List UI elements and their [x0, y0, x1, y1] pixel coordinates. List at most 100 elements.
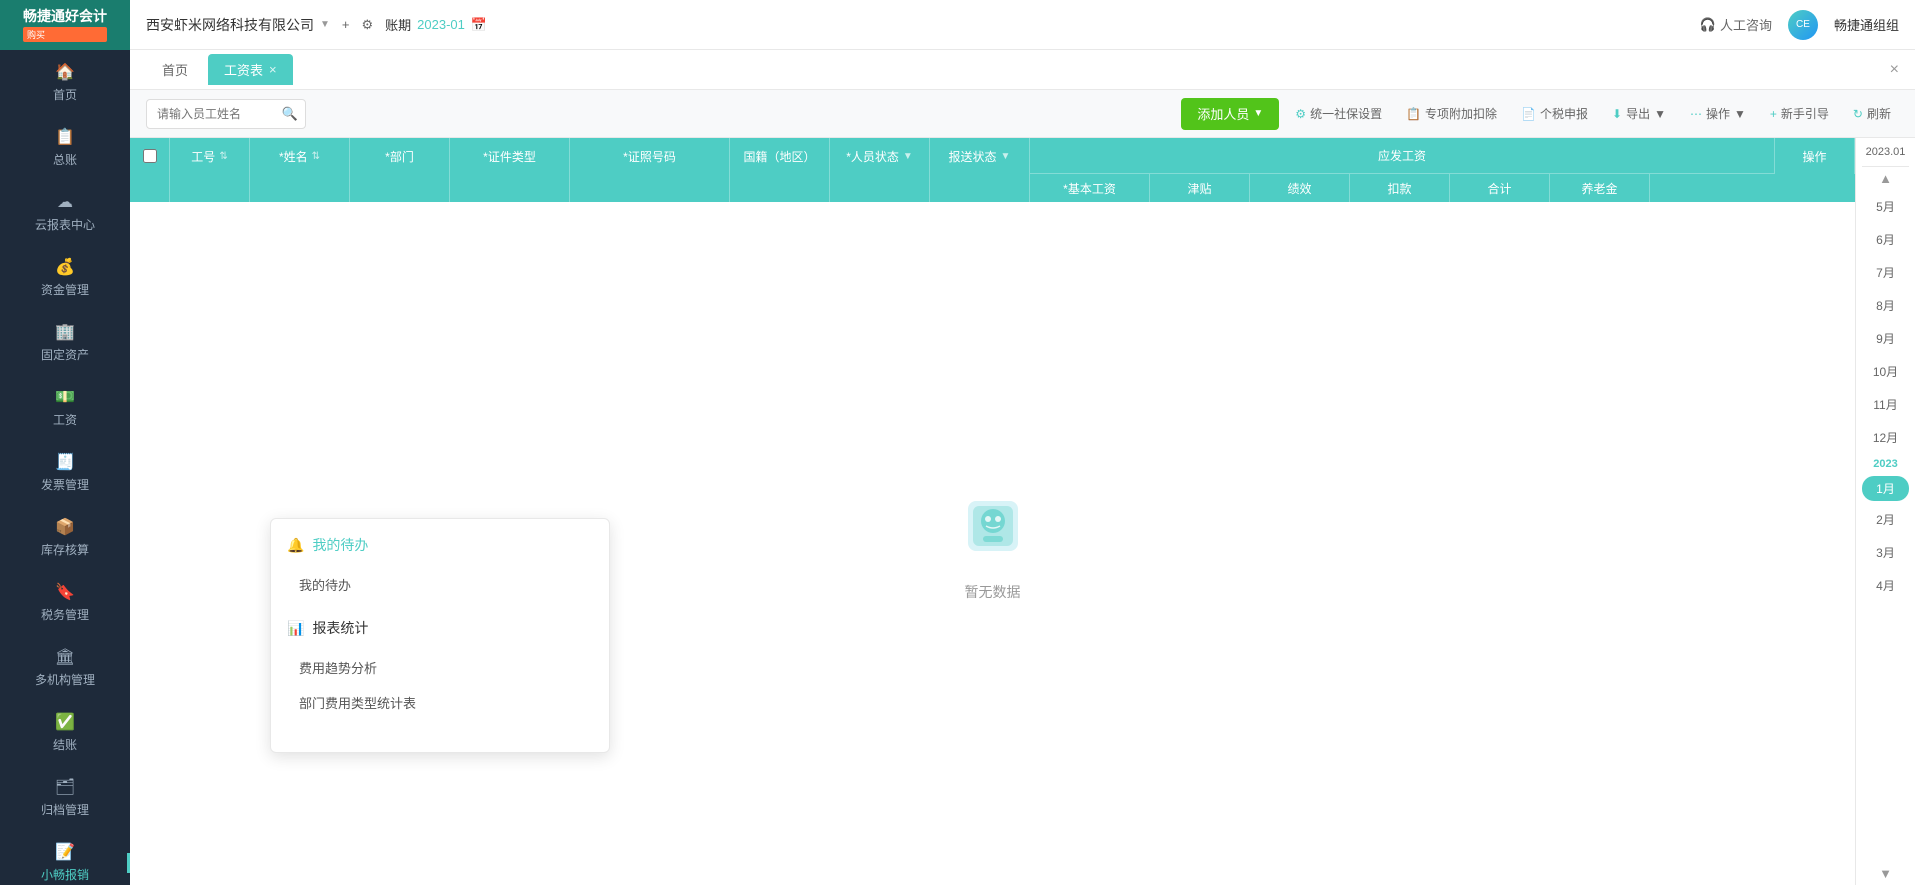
- timeline-month-7[interactable]: 12月: [1856, 421, 1915, 454]
- th-allowance: 津贴: [1150, 174, 1250, 202]
- timeline-month-3[interactable]: 8月: [1856, 289, 1915, 322]
- tab-salary[interactable]: 工资表 ×: [208, 54, 293, 85]
- app-logo: 畅捷通好会计 购买: [0, 0, 130, 50]
- nav-icon-3: 💰: [55, 257, 75, 277]
- sidebar-item-资金管理[interactable]: 💰资金管理: [0, 245, 130, 310]
- refresh-icon: ↻: [1853, 107, 1863, 121]
- new-guide-label: 新手引导: [1781, 105, 1829, 122]
- th-cert-num: *证照号码: [570, 138, 730, 174]
- th-total: 合计: [1450, 174, 1550, 202]
- timeline-up-btn[interactable]: ▲: [1875, 167, 1896, 190]
- timeline-month-11[interactable]: 3月: [1856, 536, 1915, 569]
- timeline-month-6[interactable]: 11月: [1856, 388, 1915, 421]
- th-deduct: 扣款: [1350, 174, 1450, 202]
- period-value: 2023-01: [417, 17, 465, 32]
- timeline-month-9[interactable]: 1月: [1862, 476, 1909, 501]
- support-label: 人工咨询: [1720, 15, 1772, 34]
- reports-icon: 📊: [287, 620, 304, 637]
- add-people-button[interactable]: 添加人员 ▼: [1181, 98, 1279, 130]
- sidebar-item-库存核算[interactable]: 📦库存核算: [0, 505, 130, 570]
- tab-home[interactable]: 首页: [146, 54, 204, 85]
- nav-icon-1: 📋: [55, 127, 75, 147]
- operations-btn[interactable]: ⋯ 操作 ▼: [1682, 105, 1754, 122]
- export-btn[interactable]: ⬇ 导出 ▼: [1604, 105, 1674, 122]
- sidebar-item-总账[interactable]: 📋总账: [0, 115, 130, 180]
- sidebar-item-多机构管理[interactable]: 🏛多机构管理: [0, 635, 130, 700]
- tax-report-btn[interactable]: 📄 个税申报: [1513, 105, 1596, 122]
- header-add-btn[interactable]: +: [342, 17, 350, 32]
- calendar-icon[interactable]: 📅: [471, 17, 487, 33]
- sidebar-item-结账[interactable]: ✅ 结账: [0, 700, 130, 765]
- sidebar-item-发票管理[interactable]: 🧾发票管理: [0, 440, 130, 505]
- th-bonus: 绩效: [1250, 174, 1350, 202]
- nav-icon-2: ☁: [57, 192, 73, 212]
- nav-label-10: 结账: [53, 736, 77, 753]
- timeline-year: 2023: [1856, 454, 1915, 474]
- th-send-status: 报送状态▼: [930, 138, 1030, 174]
- name-sort-icon[interactable]: ⇅: [312, 151, 320, 162]
- header-settings-btn[interactable]: ⚙: [362, 17, 374, 33]
- timeline-down-btn[interactable]: ▼: [1875, 862, 1896, 885]
- nav-icon-11: 🗂: [55, 777, 75, 797]
- th-salary-group: 应发工资: [1030, 138, 1774, 174]
- sort-icon[interactable]: ⇅: [219, 151, 227, 162]
- sidebar-item-归档管理[interactable]: 🗂 归档管理: [0, 765, 130, 830]
- timeline-scroll[interactable]: 5月6月7月8月9月10月11月12月20231月2月3月4月: [1856, 190, 1915, 862]
- search-icon: 🔍: [282, 106, 298, 122]
- nav-icon-10: ✅: [55, 712, 75, 732]
- sidebar-item-工资[interactable]: 💵工资: [0, 375, 130, 440]
- th-nation: 国籍（地区）: [730, 138, 830, 174]
- window-close-button[interactable]: ×: [1890, 61, 1899, 79]
- tax-icon: 📄: [1521, 107, 1536, 121]
- timeline-month-12[interactable]: 4月: [1856, 569, 1915, 602]
- nav-label-11: 归档管理: [41, 801, 89, 818]
- period-info: 账期 2023-01 📅: [385, 15, 487, 34]
- sidebar-item-云报表中心[interactable]: ☁云报表中心: [0, 180, 130, 245]
- company-selector[interactable]: 西安虾米网络科技有限公司 ▼: [146, 15, 330, 35]
- refresh-btn[interactable]: ↻ 刷新: [1845, 105, 1899, 122]
- th-base-salary: *基本工资: [1030, 174, 1150, 202]
- timeline-month-1[interactable]: 6月: [1856, 223, 1915, 256]
- th-ops-header: 操作: [1775, 138, 1855, 174]
- status-filter-icon[interactable]: ▼: [903, 151, 913, 162]
- header-right: 🎧 人工咨询 CE 畅捷通组组: [1700, 10, 1899, 40]
- send-filter-icon[interactable]: ▼: [1001, 151, 1011, 162]
- nav-label-0: 首页: [53, 86, 77, 103]
- timeline-month-0[interactable]: 5月: [1856, 190, 1915, 223]
- popup-item-dept-cost[interactable]: 部门费用类型统计表: [287, 685, 593, 720]
- export-dropdown-icon: ▼: [1654, 107, 1666, 121]
- nav-icon-4: 🏢: [55, 322, 75, 342]
- sidebar-item-固定资产[interactable]: 🏢 固定资产: [0, 310, 130, 375]
- search-wrap: 🔍: [146, 99, 306, 129]
- popup-section-reports-title: 📊 报表统计: [287, 618, 593, 638]
- popup-item-my-todo[interactable]: 我的待办: [287, 567, 593, 602]
- timeline-month-10[interactable]: 2月: [1856, 503, 1915, 536]
- support-button[interactable]: 🎧 人工咨询: [1700, 15, 1772, 34]
- operations-label: 操作: [1706, 105, 1730, 122]
- new-guide-btn[interactable]: + 新手引导: [1762, 105, 1837, 122]
- nav-label-7: 库存核算: [41, 541, 89, 558]
- nav-label-9: 多机构管理: [35, 671, 95, 688]
- empty-icon: [953, 486, 1033, 566]
- th-checkbox[interactable]: [130, 138, 170, 174]
- sidebar-item-小畅报销[interactable]: 📝小畅报销: [0, 830, 130, 885]
- nav-label-6: 发票管理: [41, 476, 89, 493]
- social-security-btn[interactable]: ⚙ 统一社保设置: [1287, 105, 1390, 122]
- tab-close-icon[interactable]: ×: [269, 62, 277, 77]
- nav-label-4: 固定资产: [41, 346, 89, 363]
- nav-label-8: 税务管理: [41, 606, 89, 623]
- special-deduct-btn[interactable]: 📋 专项附加扣除: [1398, 105, 1505, 122]
- timeline-month-5[interactable]: 10月: [1856, 355, 1915, 388]
- sidebar-item-首页[interactable]: 🏠首页: [0, 50, 130, 115]
- period-label: 账期: [385, 15, 411, 34]
- timeline-month-4[interactable]: 9月: [1856, 322, 1915, 355]
- export-icon: ⬇: [1612, 107, 1622, 121]
- sidebar-item-税务管理[interactable]: 🔖税务管理: [0, 570, 130, 635]
- tab-bar: 首页 工资表 × ×: [130, 50, 1915, 90]
- timeline-month-2[interactable]: 7月: [1856, 256, 1915, 289]
- popup-section-reports: 📊 报表统计 费用趋势分析 部门费用类型统计表: [287, 618, 593, 720]
- popup-section-todo-title: 🔔 我的待办: [287, 535, 593, 555]
- select-all-checkbox[interactable]: [143, 149, 157, 163]
- company-name: 西安虾米网络科技有限公司: [146, 15, 314, 35]
- popup-item-cost-trend[interactable]: 费用趋势分析: [287, 650, 593, 685]
